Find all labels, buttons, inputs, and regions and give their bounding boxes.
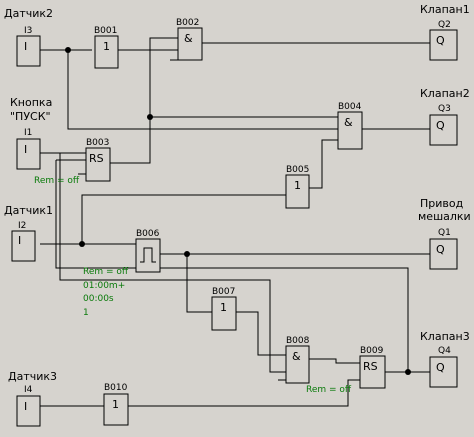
input-symbol: I	[18, 234, 21, 247]
block-id: B008	[286, 336, 310, 346]
block-symbol: &	[344, 116, 353, 129]
input-sensor2[interactable]: Датчик2 I3 I	[4, 7, 53, 67]
block-symbol: &	[292, 350, 301, 363]
wire-b005-b004	[309, 139, 338, 189]
junction-dot	[184, 251, 190, 257]
input-block[interactable]	[11, 230, 36, 262]
input-symbol: I	[24, 400, 27, 413]
input-label: Кнопка	[10, 96, 52, 109]
output-id: Q2	[438, 20, 451, 30]
output-symbol: Q	[436, 119, 445, 132]
junction-dot	[65, 47, 71, 53]
output-valve2[interactable]: Клапан2 Q3 Q	[420, 87, 470, 146]
output-mixer[interactable]: Привод мешалки Q1 Q	[418, 197, 471, 270]
junction-dot	[147, 114, 153, 120]
block-b008[interactable]: B008 &	[278, 336, 310, 384]
output-label: Клапан3	[420, 330, 470, 343]
input-id: I1	[24, 128, 32, 138]
block-id: B003	[86, 138, 109, 148]
input-id: I2	[18, 221, 26, 231]
wire-b007-b008	[236, 311, 286, 356]
wire-b003-b002	[110, 37, 178, 164]
output-label: Клапан1	[420, 3, 470, 16]
input-sensor3[interactable]: Датчик3 I4 I	[8, 370, 57, 427]
input-block[interactable]	[16, 35, 41, 67]
block-b009[interactable]: B009 RS Rem = off	[306, 346, 386, 395]
input-block[interactable]	[16, 138, 41, 170]
block-b003[interactable]: B003 RS Rem = off	[34, 138, 111, 186]
junction-dot	[405, 369, 411, 375]
output-id: Q3	[438, 104, 451, 114]
junction-dot	[79, 241, 85, 247]
block-symbol: RS	[89, 152, 104, 165]
block-symbol: 1	[220, 301, 227, 314]
block-id: B009	[360, 346, 384, 356]
block-param: 01:00m+	[83, 281, 125, 291]
output-valve3[interactable]: Клапан3 Q4 Q	[420, 330, 470, 388]
block-id: B010	[104, 383, 128, 393]
output-symbol: Q	[436, 243, 445, 256]
block-symbol: 1	[112, 398, 119, 411]
block-b004[interactable]: B004 &	[337, 102, 363, 150]
output-symbol: Q	[436, 361, 445, 374]
output-valve1[interactable]: Клапан1 Q2 Q	[420, 3, 470, 61]
block-id: B005	[286, 165, 309, 175]
block-symbol: RS	[363, 360, 378, 373]
input-label: Датчик2	[4, 7, 53, 20]
block-body[interactable]	[135, 238, 161, 273]
input-sensor1[interactable]: Датчик1 I2 I	[4, 204, 53, 262]
block-param: 00:00s	[83, 294, 114, 304]
input-id: I4	[24, 385, 33, 395]
junctions	[65, 47, 411, 375]
input-symbol: I	[24, 40, 27, 53]
block-b006[interactable]: B006 Rem = off 01:00m+ 00:00s 1	[83, 229, 161, 318]
wire-b008-input3	[59, 153, 286, 373]
block-param: Rem = off	[306, 385, 352, 395]
block-param: Rem = off	[83, 267, 129, 277]
wire-b008-b009	[309, 358, 360, 364]
wire-q4-feedback	[55, 160, 409, 372]
output-id: Q4	[438, 346, 451, 356]
block-param: 1	[83, 308, 89, 318]
wire-b006-b007	[186, 254, 212, 313]
block-id: B001	[94, 26, 117, 36]
block-id: B002	[176, 18, 199, 28]
block-b005[interactable]: B005 1	[285, 165, 310, 209]
block-symbol: 1	[103, 40, 110, 53]
output-id: Q1	[438, 228, 451, 238]
output-label: Клапан2	[420, 87, 470, 100]
input-label: Датчик1	[4, 204, 53, 217]
output-label: Привод	[420, 197, 464, 210]
block-b007[interactable]: B007 1	[211, 287, 237, 331]
input-label: Датчик3	[8, 370, 57, 383]
block-b002[interactable]: B002 &	[170, 18, 203, 61]
block-id: B007	[212, 287, 235, 297]
block-id: B004	[338, 102, 362, 112]
input-id: I3	[24, 26, 32, 36]
input-button[interactable]: Кнопка "ПУСК" I1 I	[10, 96, 52, 170]
output-label: мешалки	[418, 210, 471, 223]
block-b010[interactable]: B010 1	[103, 383, 129, 426]
block-symbol: &	[184, 32, 193, 45]
input-block[interactable]	[16, 395, 41, 427]
block-id: B006	[136, 229, 160, 239]
block-b001[interactable]: B001 1	[94, 26, 119, 69]
input-label: "ПУСК"	[10, 110, 51, 123]
input-symbol: I	[24, 143, 27, 156]
logic-diagram: Датчик2 I3 I Кнопка "ПУСК" I1 I Датчик1 …	[4, 3, 471, 427]
block-param: Rem = off	[34, 176, 80, 186]
output-symbol: Q	[436, 34, 445, 47]
block-symbol: 1	[294, 179, 301, 192]
wire-i2-b005	[81, 194, 286, 244]
